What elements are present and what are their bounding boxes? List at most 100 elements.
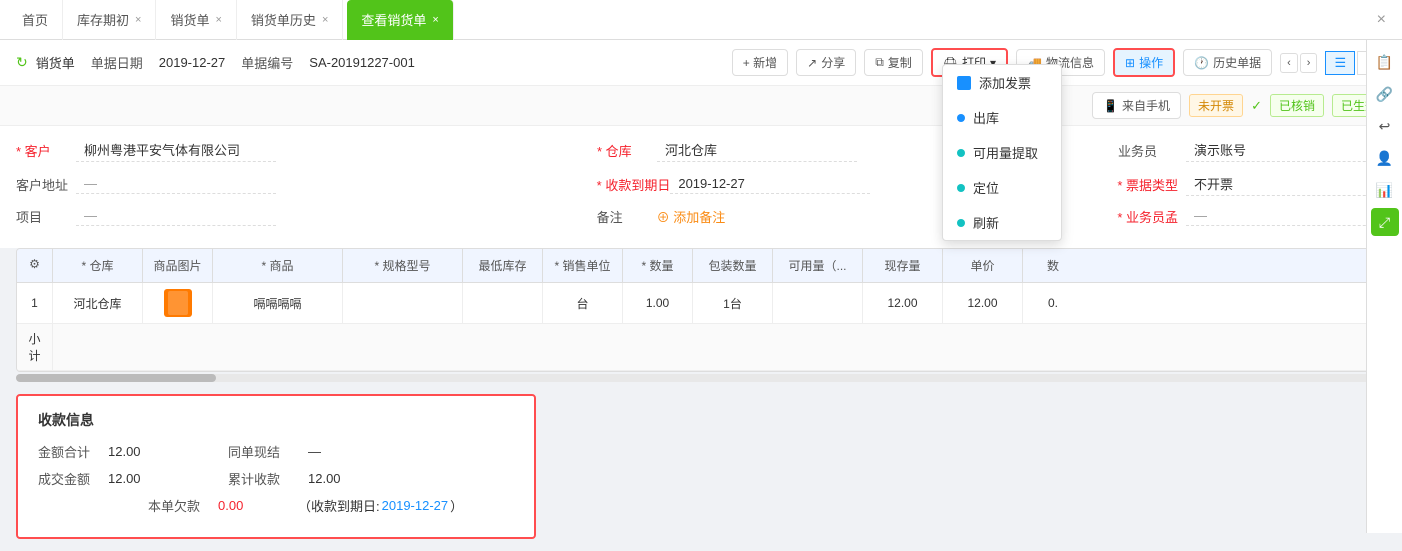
prev-button[interactable]: ‹ <box>1280 53 1298 73</box>
ops-icon: ⊞ <box>1125 56 1135 70</box>
same-order-label: 同单现结 <box>228 442 308 461</box>
sales-staff-value: — <box>1186 206 1386 226</box>
add-icon: ⊕ <box>657 210 670 225</box>
num-value: SA-20191227-001 <box>309 55 415 70</box>
copy-icon: ⧉ <box>875 55 884 70</box>
cumulative-label: 累计收款 <box>228 469 308 488</box>
subtotal-label: 小计 <box>17 324 53 370</box>
horizontal-scrollbar[interactable] <box>16 374 1386 382</box>
tab-home[interactable]: 首页 <box>8 0 63 40</box>
num-label: 单据编号 <box>241 53 293 72</box>
product-image <box>164 289 192 317</box>
tab-sales-history[interactable]: 销货单历史 × <box>237 0 343 40</box>
sales-staff-field: 业务员孟 — <box>1117 206 1386 226</box>
same-order-value: — <box>308 444 321 459</box>
add-invoice-item[interactable]: 添加发票 <box>943 65 1061 100</box>
nav-arrows: ‹ › <box>1280 53 1317 73</box>
close-inventory-tab[interactable]: × <box>135 14 141 26</box>
refresh-item[interactable]: 刷新 <box>943 205 1061 240</box>
list-view-button[interactable]: ☰ <box>1325 51 1355 75</box>
due-date-value: 2019-12-27 <box>670 174 870 194</box>
subtotal-row: 小计 <box>17 324 1385 371</box>
summary-box: 收款信息 金额合计 12.00 同单现结 — 成交金额 12.00 累计收款 1… <box>16 394 536 539</box>
tab-inventory[interactable]: 库存期初 × <box>63 0 156 40</box>
row-unit: 台 <box>543 283 623 323</box>
due-date: 2019-12-27 <box>382 498 449 513</box>
add-remark-button[interactable]: ⊕ 添加备注 <box>657 207 726 226</box>
row-pack: 1台 <box>693 283 773 323</box>
cumulative-value: 12.00 <box>308 471 341 486</box>
panel-icon-expand[interactable]: ⤢ <box>1371 208 1399 236</box>
table-header: ⚙ * 仓库 商品图片 * 商品 * 规格型号 最低库存 * 销售单位 * 数量… <box>17 249 1385 283</box>
customer-label: 客户 <box>16 141 76 160</box>
right-panel: 📋 🔗 ↩ 👤 📊 ⤢ <box>1366 40 1402 533</box>
staff-field: 业务员 演示账号 <box>1118 138 1386 162</box>
row-product: 嗝嗝嗝嗝 <box>213 283 343 323</box>
close-history-tab[interactable]: × <box>322 14 328 26</box>
row-amt: 0. <box>1023 283 1083 323</box>
row-num: 1 <box>17 283 53 323</box>
col-amt-header: 数 <box>1023 249 1083 282</box>
available-icon <box>957 149 965 157</box>
staff-label: 业务员 <box>1118 141 1178 160</box>
tab-sales[interactable]: 销货单 × <box>156 0 236 40</box>
form-row-3: 项目 — 备注 ⊕ 添加备注 业务员孟 — <box>16 206 1386 226</box>
col-price-header: 单价 <box>943 249 1023 282</box>
table-row: 1 河北仓库 嗝嗝嗝嗝 台 1.00 1台 12.00 12.00 0. <box>17 283 1385 324</box>
summary-row-3: 本单欠款 0.00 （收款到期日: 2019-12-27 ） <box>38 496 514 515</box>
address-value: — <box>76 174 276 194</box>
outbound-icon <box>957 114 965 122</box>
total-value: 12.00 <box>108 444 188 459</box>
panel-icon-5[interactable]: 📊 <box>1371 176 1399 204</box>
close-all-button[interactable]: × <box>1369 11 1394 29</box>
locate-icon <box>957 184 965 192</box>
col-minstock-header: 最低库存 <box>463 249 543 282</box>
staff-value: 演示账号 <box>1186 138 1386 162</box>
new-button[interactable]: + 新增 <box>732 49 788 76</box>
owe-value: 0.00 <box>218 498 298 513</box>
date-label: 单据日期 <box>91 53 143 72</box>
col-avail-header: 可用量（... <box>773 249 863 282</box>
locate-item[interactable]: 定位 <box>943 170 1061 205</box>
product-image-inner <box>168 291 188 315</box>
col-warehouse-header: * 仓库 <box>53 249 143 282</box>
available-pickup-item[interactable]: 可用量提取 <box>943 135 1061 170</box>
outbound-item[interactable]: 出库 <box>943 100 1061 135</box>
doc-title-area: ↻ 销货单 <box>16 53 75 72</box>
ticket-value: 不开票 <box>1186 172 1386 196</box>
ops-button[interactable]: ⊞ 操作 <box>1113 48 1175 77</box>
row-minstock <box>463 283 543 323</box>
copy-button[interactable]: ⧉ 复制 <box>864 49 923 76</box>
project-label: 项目 <box>16 207 76 226</box>
col-product-header: * 商品 <box>213 249 343 282</box>
close-sales-tab[interactable]: × <box>215 14 221 26</box>
from-phone-button[interactable]: 📱 来自手机 <box>1092 92 1181 119</box>
history-button[interactable]: 🕐 历史单据 <box>1183 49 1272 76</box>
tab-view-sales[interactable]: 查看销货单 × <box>347 0 453 40</box>
gear-icon[interactable]: ⚙ <box>29 257 40 271</box>
form-row-1: 客户 柳州粤港平安气体有限公司 仓库 河北仓库 业务员 演示账号 <box>16 138 1386 162</box>
panel-icon-4[interactable]: 👤 <box>1371 144 1399 172</box>
summary-title: 收款信息 <box>38 410 514 430</box>
due-close: ） <box>450 496 463 515</box>
next-button[interactable]: › <box>1300 53 1318 73</box>
col-spec-header: * 规格型号 <box>343 249 463 282</box>
panel-icon-2[interactable]: 🔗 <box>1371 80 1399 108</box>
project-value: — <box>76 206 276 226</box>
customer-value: 柳州粤港平安气体有限公司 <box>76 138 276 162</box>
total-label: 金额合计 <box>38 442 108 461</box>
scroll-thumb[interactable] <box>16 374 216 382</box>
doc-header: ↻ 销货单 单据日期 2019-12-27 单据编号 SA-20191227-0… <box>0 40 1402 86</box>
panel-icon-3[interactable]: ↩ <box>1371 112 1399 140</box>
sales-staff-label: 业务员孟 <box>1117 207 1178 226</box>
row-stock: 12.00 <box>863 283 943 323</box>
summary-row-1: 金额合计 12.00 同单现结 — <box>38 442 514 461</box>
row-avail <box>773 283 863 323</box>
share-button[interactable]: ↗ 分享 <box>796 49 856 76</box>
share-icon: ↗ <box>807 56 817 70</box>
confirm-icon: ✓ <box>1251 98 1262 114</box>
product-table: ⚙ * 仓库 商品图片 * 商品 * 规格型号 最低库存 * 销售单位 * 数量… <box>16 248 1386 372</box>
panel-icon-1[interactable]: 📋 <box>1371 48 1399 76</box>
close-view-tab[interactable]: × <box>432 14 438 26</box>
due-note: （收款到期日: <box>298 496 380 515</box>
